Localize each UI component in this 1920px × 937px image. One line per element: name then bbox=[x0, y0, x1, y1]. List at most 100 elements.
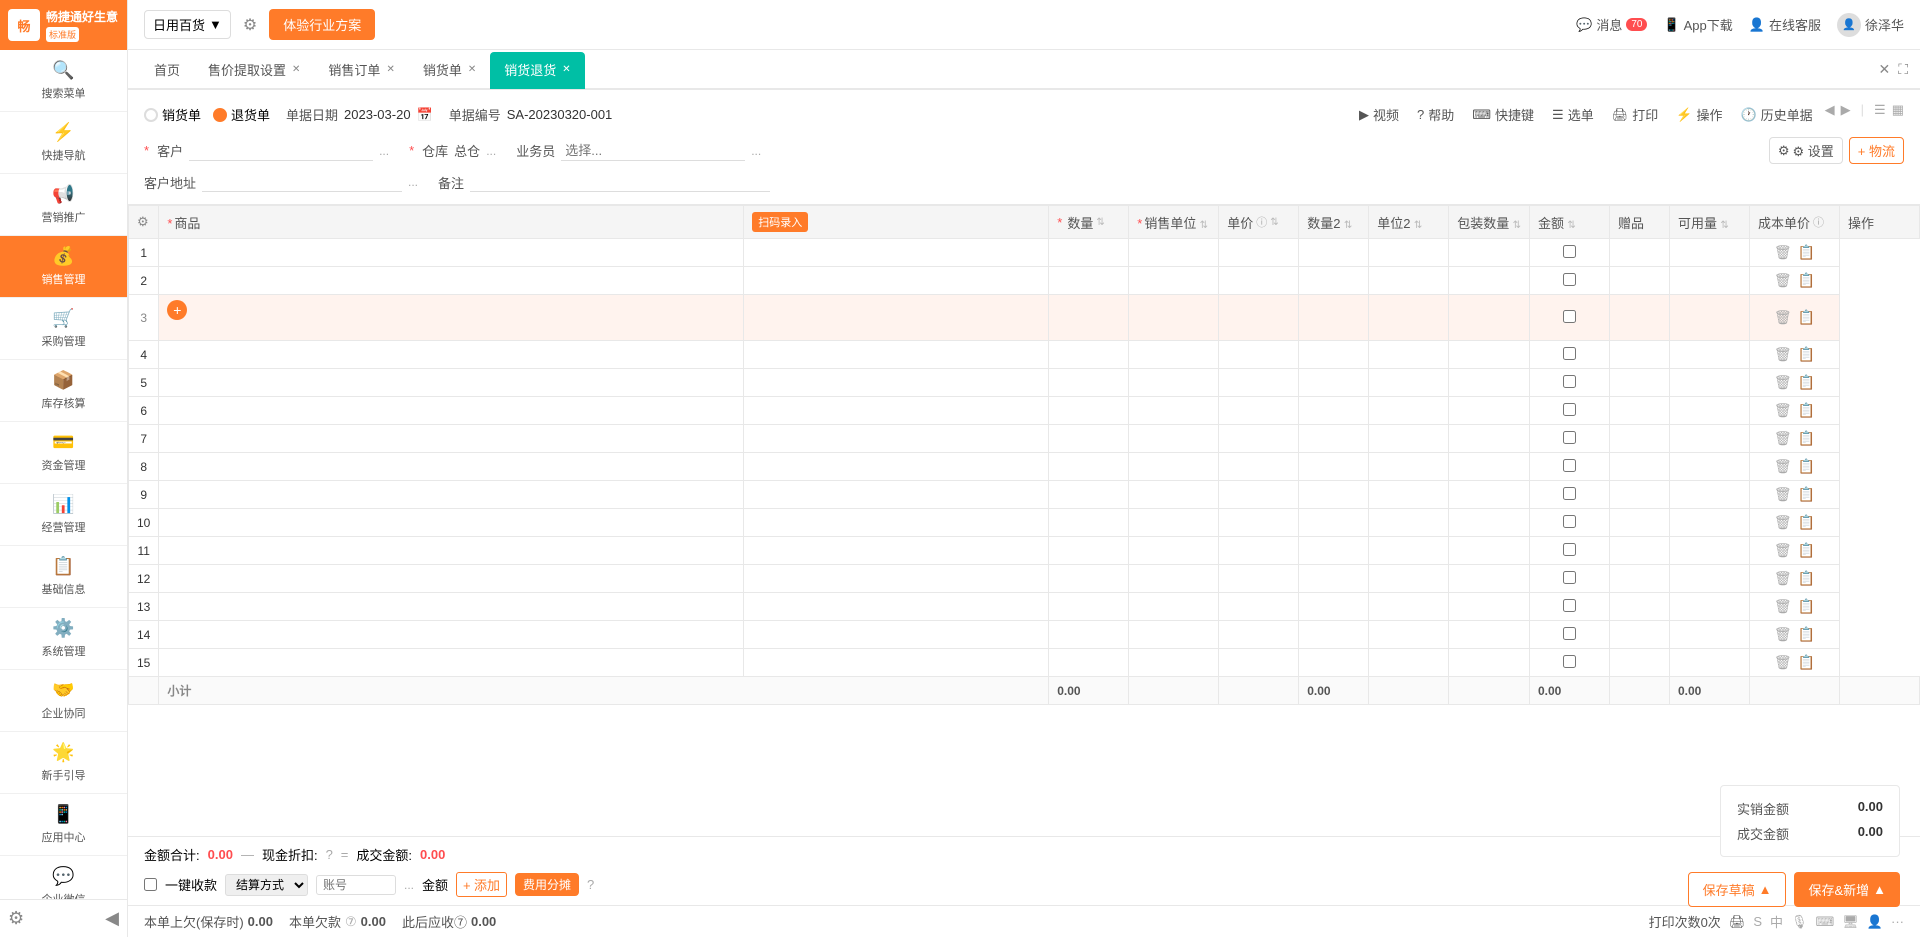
tab-close-price-settings[interactable]: ✕ bbox=[292, 64, 300, 75]
sidebar-item-marketing[interactable]: 📢 营销推广 bbox=[0, 174, 127, 236]
copy-row-icon-8[interactable]: 📋 bbox=[1798, 458, 1815, 475]
copy-row-icon-3[interactable]: 📋 bbox=[1798, 309, 1815, 326]
delete-row-icon-11[interactable]: 🗑 bbox=[1774, 542, 1792, 559]
sidebar-item-system[interactable]: ⚙️ 系统管理 bbox=[0, 608, 127, 670]
settings-btn[interactable]: ⚙ ⚙ 设置 bbox=[1769, 137, 1843, 164]
sidebar-item-enterprise[interactable]: 🤝 企业协同 bbox=[0, 670, 127, 732]
expense-help-icon[interactable]: ? bbox=[587, 877, 594, 892]
sidebar-item-basic[interactable]: 📋 基础信息 bbox=[0, 546, 127, 608]
expand-tab-btn[interactable]: ⛶ bbox=[1898, 61, 1908, 78]
product-input-3[interactable] bbox=[167, 320, 247, 335]
cost-info-icon[interactable]: ⓘ bbox=[1813, 214, 1824, 230]
sidebar-item-business[interactable]: 📊 经营管理 bbox=[0, 484, 127, 546]
tab-home[interactable]: 首页 bbox=[140, 52, 194, 89]
add-row-btn[interactable]: + bbox=[167, 300, 187, 320]
delete-row-icon-15[interactable]: 🗑 bbox=[1774, 654, 1792, 671]
app-download-item[interactable]: 📱 App下载 bbox=[1663, 15, 1732, 34]
delete-row-icon-13[interactable]: 🗑 bbox=[1774, 598, 1792, 615]
radio-return[interactable]: 退货单 bbox=[213, 105, 270, 124]
gift-checkbox-5[interactable] bbox=[1563, 375, 1576, 388]
close-tab-btn[interactable]: ✕ bbox=[1878, 61, 1890, 78]
operate-btn[interactable]: ⚡ 操作 bbox=[1670, 102, 1728, 127]
copy-row-icon-15[interactable]: 📋 bbox=[1798, 654, 1815, 671]
calendar-icon[interactable]: 📅 bbox=[417, 107, 433, 123]
copy-row-icon-6[interactable]: 📋 bbox=[1798, 402, 1815, 419]
user-item[interactable]: 👤 徐泽华 bbox=[1837, 13, 1904, 37]
shortcut-btn[interactable]: ⌨ 快捷键 bbox=[1466, 102, 1540, 127]
copy-row-icon-7[interactable]: 📋 bbox=[1798, 430, 1815, 447]
unit2-sort-icon[interactable]: ⇅ bbox=[1414, 220, 1422, 231]
delete-row-icon-3[interactable]: 🗑 bbox=[1774, 309, 1792, 326]
sidebar-item-inventory[interactable]: 📦 库存核算 bbox=[0, 360, 127, 422]
price-sort-icon[interactable]: ⇅ bbox=[1270, 217, 1278, 228]
copy-row-icon-13[interactable]: 📋 bbox=[1798, 598, 1815, 615]
pack-sort-icon[interactable]: ⇅ bbox=[1513, 220, 1521, 231]
select-bill-btn[interactable]: ☰ 选单 bbox=[1546, 102, 1600, 127]
tab-sales-order[interactable]: 销售订单 ✕ bbox=[314, 52, 408, 89]
copy-row-icon-4[interactable]: 📋 bbox=[1798, 346, 1815, 363]
history-btn[interactable]: 🕐 历史单据 bbox=[1734, 102, 1818, 127]
add-payment-btn[interactable]: + 添加 bbox=[456, 872, 507, 897]
unit-sort-icon[interactable]: ⇅ bbox=[1200, 220, 1208, 231]
delete-row-icon-10[interactable]: 🗑 bbox=[1774, 514, 1792, 531]
gift-checkbox-13[interactable] bbox=[1563, 599, 1576, 612]
gift-checkbox-1[interactable] bbox=[1563, 245, 1576, 258]
copy-row-icon-1[interactable]: 📋 bbox=[1798, 244, 1815, 261]
logistics-btn[interactable]: + 物流 bbox=[1849, 137, 1904, 164]
customer-input[interactable] bbox=[189, 141, 373, 161]
customer-ellipsis-btn[interactable]: ... bbox=[379, 144, 389, 158]
copy-row-icon-11[interactable]: 📋 bbox=[1798, 542, 1815, 559]
delete-row-icon-12[interactable]: 🗑 bbox=[1774, 570, 1792, 587]
copy-row-icon-2[interactable]: 📋 bbox=[1798, 272, 1815, 289]
warehouse-ellipsis-btn[interactable]: ... bbox=[486, 144, 496, 158]
sidebar-item-purchase[interactable]: 🛒 采购管理 bbox=[0, 298, 127, 360]
sidebar-item-guide[interactable]: 🌟 新手引导 bbox=[0, 732, 127, 794]
delete-row-icon-14[interactable]: 🗑 bbox=[1774, 626, 1792, 643]
qty-sort-icon[interactable]: ⇅ bbox=[1096, 217, 1104, 228]
gift-checkbox-3[interactable] bbox=[1563, 310, 1576, 323]
qty2-sort-icon[interactable]: ⇅ bbox=[1344, 220, 1352, 231]
sidebar-item-sales[interactable]: 💰 销售管理 bbox=[0, 236, 127, 298]
address-input[interactable] bbox=[202, 172, 402, 192]
trial-btn[interactable]: 体验行业方案 bbox=[269, 9, 375, 40]
radio-sales-delivery[interactable]: 销货单 bbox=[144, 105, 201, 124]
account-ellipsis[interactable]: ... bbox=[404, 878, 414, 892]
table-settings-icon[interactable]: ⚙ bbox=[137, 214, 149, 229]
tab-sales-delivery[interactable]: 销货单 ✕ bbox=[409, 52, 490, 89]
next-record-icon[interactable]: ▶ bbox=[1841, 102, 1851, 127]
tab-sales-return[interactable]: 销货退货 ✕ bbox=[490, 52, 584, 89]
tab-price-settings[interactable]: 售价提取设置 ✕ bbox=[194, 52, 314, 89]
avail-sort-icon[interactable]: ⇅ bbox=[1720, 220, 1728, 231]
amount-sort-icon[interactable]: ⇅ bbox=[1567, 220, 1575, 231]
gift-checkbox-9[interactable] bbox=[1563, 487, 1576, 500]
price-info-icon[interactable]: ⓘ bbox=[1256, 214, 1267, 230]
tab-close-sales-return[interactable]: ✕ bbox=[562, 64, 570, 75]
gift-checkbox-4[interactable] bbox=[1563, 347, 1576, 360]
print-taskbar-icon[interactable]: 🖨 bbox=[1729, 914, 1746, 930]
gift-checkbox-6[interactable] bbox=[1563, 403, 1576, 416]
collapse-icon[interactable]: ◀ bbox=[105, 908, 119, 929]
gift-checkbox-7[interactable] bbox=[1563, 431, 1576, 444]
gift-checkbox-2[interactable] bbox=[1563, 273, 1576, 286]
industry-select[interactable]: 日用百货 ▼ bbox=[144, 10, 231, 39]
delete-row-icon-9[interactable]: 🗑 bbox=[1774, 486, 1792, 503]
gift-checkbox-8[interactable] bbox=[1563, 459, 1576, 472]
gift-checkbox-15[interactable] bbox=[1563, 655, 1576, 668]
gift-checkbox-11[interactable] bbox=[1563, 543, 1576, 556]
delete-row-icon-8[interactable]: 🗑 bbox=[1774, 458, 1792, 475]
print-btn[interactable]: 🖨 打印 bbox=[1606, 102, 1665, 127]
video-btn[interactable]: ▶ 视频 bbox=[1353, 102, 1405, 127]
message-item[interactable]: 💬 消息 70 bbox=[1576, 15, 1647, 34]
tab-close-sales-order[interactable]: ✕ bbox=[386, 64, 394, 75]
save-draft-btn[interactable]: 保存草稿 ▲ bbox=[1688, 872, 1787, 907]
online-service-item[interactable]: 👤 在线客服 bbox=[1749, 15, 1821, 34]
delete-row-icon-1[interactable]: 🗑 bbox=[1774, 244, 1792, 261]
settings-bottom-icon[interactable]: ⚙ bbox=[8, 908, 24, 929]
sidebar-item-shortcut[interactable]: ⚡ 快捷导航 bbox=[0, 112, 127, 174]
salesman-input[interactable] bbox=[561, 141, 745, 161]
sidebar-item-finance[interactable]: 💳 资金管理 bbox=[0, 422, 127, 484]
delete-row-icon-4[interactable]: 🗑 bbox=[1774, 346, 1792, 363]
account-input[interactable] bbox=[316, 875, 396, 895]
prev-record-icon[interactable]: ◀ bbox=[1825, 102, 1835, 127]
calc-method-select[interactable]: 结算方式 bbox=[225, 874, 308, 896]
